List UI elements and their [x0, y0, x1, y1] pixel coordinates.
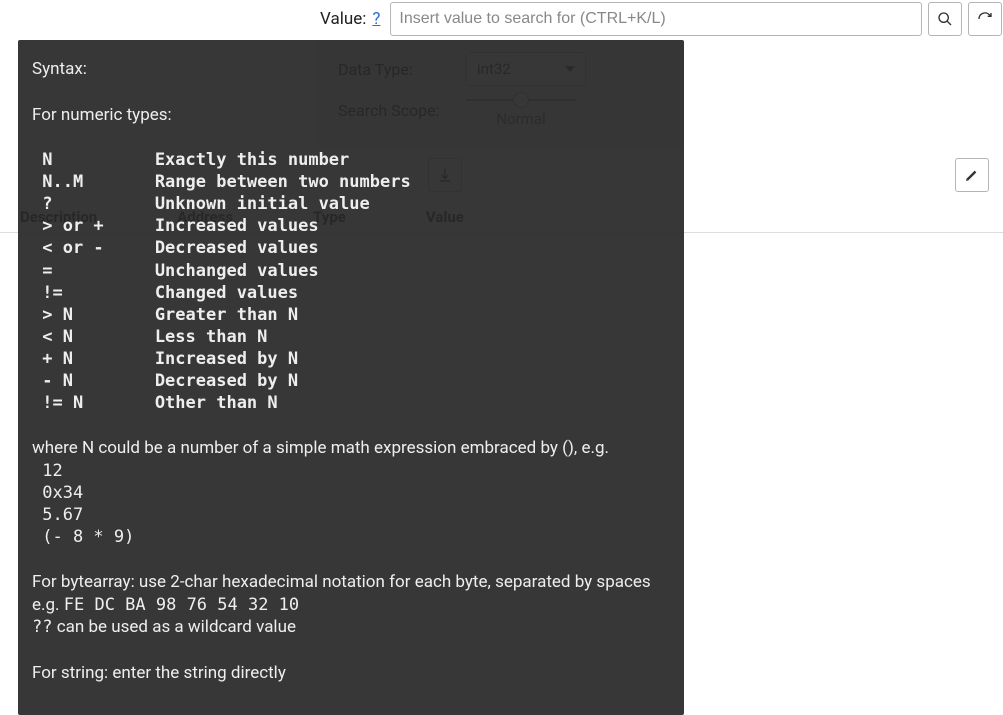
pencil-icon: [964, 167, 980, 183]
magnifier-icon: [937, 11, 953, 27]
tooltip-intro: For numeric types:: [32, 104, 670, 127]
value-input[interactable]: [390, 2, 922, 36]
syntax-rows: N Exactly this number N..M Range between…: [32, 149, 670, 414]
tooltip-string: For string: enter the string directly: [32, 662, 670, 685]
value-row: Value: ?: [0, 0, 1003, 40]
tooltip-examples: 12 0x34 5.67 (- 8 * 9): [32, 460, 670, 548]
tooltip-bytearray1: For bytearray: use 2-char hexadecimal no…: [32, 571, 670, 594]
tooltip-wildcard: ?? can be used as a wildcard value: [32, 616, 670, 639]
tooltip-where: where N could be a number of a simple ma…: [32, 437, 670, 460]
syntax-tooltip: Syntax: For numeric types: N Exactly thi…: [18, 40, 684, 715]
value-label: Value:: [320, 9, 366, 29]
search-button[interactable]: [928, 2, 962, 36]
tooltip-title: Syntax:: [32, 58, 670, 81]
refresh-button[interactable]: [968, 2, 1002, 36]
refresh-icon: [977, 11, 993, 27]
tooltip-bytearray2: e.g. FE DC BA 98 76 54 32 10: [32, 594, 670, 617]
edit-button[interactable]: [955, 158, 989, 192]
help-link[interactable]: ?: [372, 9, 380, 29]
